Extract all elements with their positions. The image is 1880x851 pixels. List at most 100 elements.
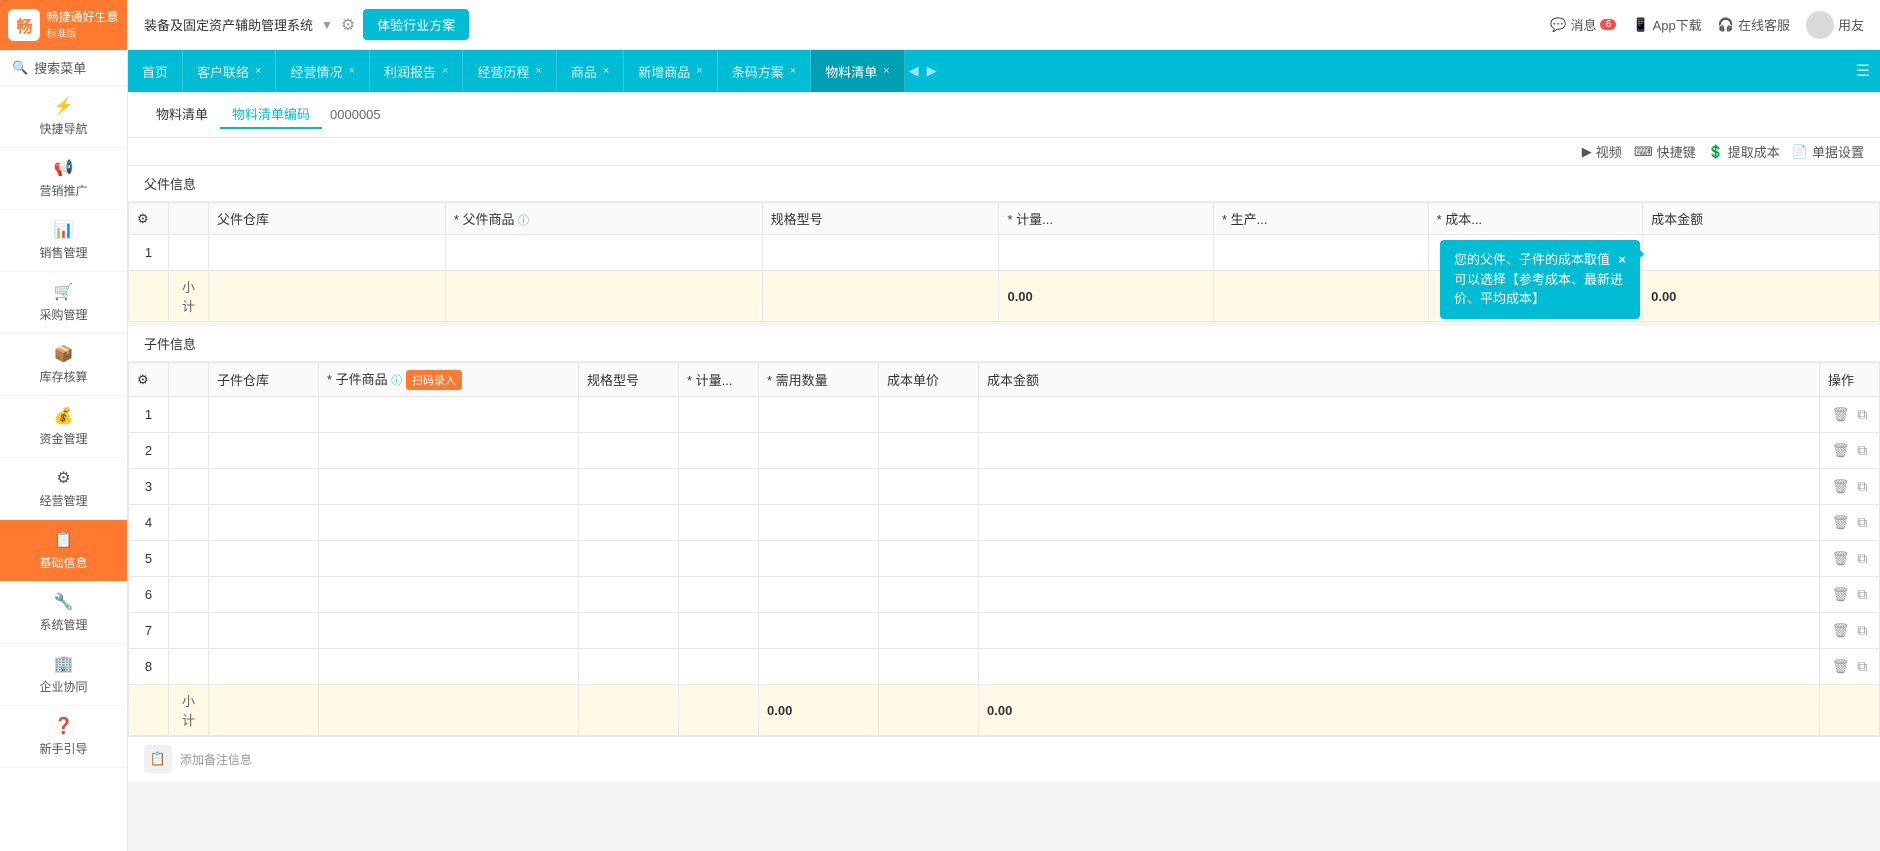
tab-home[interactable]: 首页 (128, 50, 183, 92)
search-menu[interactable]: 🔍 搜索菜单 (0, 50, 127, 86)
child-row6-unit-price[interactable] (879, 577, 979, 613)
delete-icon-row1[interactable]: 🗑 (1832, 406, 1850, 422)
tab-goods-close[interactable]: × (603, 65, 609, 77)
sub-tab-detail[interactable]: 物料清单编码 (220, 100, 322, 129)
copy-icon-row3[interactable]: ⧉ (1857, 478, 1867, 494)
close-all-tabs-icon[interactable]: ☰ (1846, 61, 1880, 81)
child-row7-qty[interactable] (759, 613, 879, 649)
tab-new-goods-close[interactable]: × (696, 65, 702, 77)
child-row5-unit-price[interactable] (879, 541, 979, 577)
tab-new-goods[interactable]: 新增商品 × (624, 50, 717, 92)
user-btn[interactable]: 用友 (1806, 11, 1864, 39)
copy-icon-row6[interactable]: ⧉ (1857, 586, 1867, 602)
parent-row1-unit[interactable] (999, 235, 1214, 271)
tab-barcode-close[interactable]: × (790, 65, 796, 77)
extract-cost-btn[interactable]: 💲 提取成本 (1708, 142, 1780, 161)
tab-goods[interactable]: 商品 × (557, 50, 624, 92)
tab-history-close[interactable]: × (535, 65, 541, 77)
child-row2-goods[interactable] (319, 433, 579, 469)
child-row1-unit-price[interactable] (879, 397, 979, 433)
sidebar-item-guide[interactable]: ❓ 新手引导 (0, 706, 127, 768)
child-row8-goods[interactable] (319, 649, 579, 685)
child-row2-warehouse[interactable] (209, 433, 319, 469)
child-row7-goods[interactable] (319, 613, 579, 649)
nav-prev-icon[interactable]: ◀ (905, 63, 923, 79)
tab-bom-close[interactable]: × (883, 65, 889, 77)
nav-next-icon[interactable]: ▶ (923, 63, 941, 79)
tab-barcode[interactable]: 条码方案 × (718, 50, 811, 92)
sidebar-item-marketing[interactable]: 📢 营销推广 (0, 148, 127, 210)
tab-bom[interactable]: 物料清单 × (811, 50, 904, 92)
message-btn[interactable]: 💬 消息 6 (1550, 15, 1616, 34)
child-row5-spec[interactable] (579, 541, 679, 577)
child-row6-unit[interactable] (679, 577, 759, 613)
child-row2-unit[interactable] (679, 433, 759, 469)
single-setting-btn[interactable]: 📄 单据设置 (1792, 142, 1864, 161)
copy-icon-row7[interactable]: ⧉ (1857, 622, 1867, 638)
shortcut-btn[interactable]: ⌨ 快捷键 (1634, 142, 1696, 161)
child-row6-qty[interactable] (759, 577, 879, 613)
sidebar-item-quick-nav[interactable]: ⚡ 快捷导航 (0, 86, 127, 148)
sidebar-item-finance[interactable]: 💰 资金管理 (0, 396, 127, 458)
child-row4-qty[interactable] (759, 505, 879, 541)
app-download-btn[interactable]: 📱 App下载 (1632, 15, 1701, 34)
parent-row1-warehouse[interactable] (209, 235, 446, 271)
child-row6-spec[interactable] (579, 577, 679, 613)
child-row8-warehouse[interactable] (209, 649, 319, 685)
child-row7-spec[interactable] (579, 613, 679, 649)
trial-btn[interactable]: 体验行业方案 (363, 9, 469, 40)
delete-icon-row6[interactable]: 🗑 (1832, 586, 1850, 602)
parent-row1-goods[interactable] (445, 235, 762, 271)
sub-tab-list[interactable]: 物料清单 (144, 100, 220, 129)
child-row3-unit[interactable] (679, 469, 759, 505)
sidebar-item-sales[interactable]: 📊 销售管理 (0, 210, 127, 272)
child-row4-goods[interactable] (319, 505, 579, 541)
child-row3-qty[interactable] (759, 469, 879, 505)
copy-icon-row1[interactable]: ⧉ (1857, 406, 1867, 422)
add-note-icon[interactable]: 📋 (144, 745, 172, 773)
settings-gear-icon[interactable]: ⚙ (341, 15, 355, 35)
sidebar-item-inventory[interactable]: 📦 库存核算 (0, 334, 127, 396)
sidebar-item-system[interactable]: 🔧 系统管理 (0, 582, 127, 644)
parent-row1-spec[interactable] (762, 235, 999, 271)
child-row1-spec[interactable] (579, 397, 679, 433)
child-row8-qty[interactable] (759, 649, 879, 685)
child-row5-goods[interactable] (319, 541, 579, 577)
child-row1-qty[interactable] (759, 397, 879, 433)
delete-icon-row3[interactable]: 🗑 (1832, 478, 1850, 494)
child-row3-spec[interactable] (579, 469, 679, 505)
delete-icon-row8[interactable]: 🗑 (1832, 658, 1850, 674)
tab-profit[interactable]: 利润报告 × (370, 50, 463, 92)
child-row7-warehouse[interactable] (209, 613, 319, 649)
child-row8-unit-price[interactable] (879, 649, 979, 685)
copy-icon-row5[interactable]: ⧉ (1857, 550, 1867, 566)
delete-icon-row5[interactable]: 🗑 (1832, 550, 1850, 566)
copy-icon-row2[interactable]: ⧉ (1857, 442, 1867, 458)
child-row5-qty[interactable] (759, 541, 879, 577)
child-row3-warehouse[interactable] (209, 469, 319, 505)
copy-icon-row8[interactable]: ⧉ (1857, 658, 1867, 674)
child-row2-spec[interactable] (579, 433, 679, 469)
child-row8-spec[interactable] (579, 649, 679, 685)
tab-operations-close[interactable]: × (348, 65, 354, 77)
child-row7-unit[interactable] (679, 613, 759, 649)
child-row1-goods[interactable] (319, 397, 579, 433)
child-row1-unit[interactable] (679, 397, 759, 433)
tab-history[interactable]: 经营历程 × (463, 50, 556, 92)
sidebar-item-enterprise[interactable]: 🏢 企业协同 (0, 644, 127, 706)
child-row8-unit[interactable] (679, 649, 759, 685)
online-service-btn[interactable]: 🎧 在线客服 (1718, 15, 1790, 34)
delete-icon-row2[interactable]: 🗑 (1832, 442, 1850, 458)
child-row7-unit-price[interactable] (879, 613, 979, 649)
parent-row1-produce[interactable] (1214, 235, 1429, 271)
child-row1-warehouse[interactable] (209, 397, 319, 433)
child-row2-unit-price[interactable] (879, 433, 979, 469)
child-row6-warehouse[interactable] (209, 577, 319, 613)
tab-customer[interactable]: 客户联络 × (183, 50, 276, 92)
child-row6-goods[interactable] (319, 577, 579, 613)
tooltip-close-btn[interactable]: × (1618, 250, 1626, 270)
delete-icon-row4[interactable]: 🗑 (1832, 514, 1850, 530)
tab-customer-close[interactable]: × (255, 65, 261, 77)
copy-icon-row4[interactable]: ⧉ (1857, 514, 1867, 530)
child-row4-spec[interactable] (579, 505, 679, 541)
